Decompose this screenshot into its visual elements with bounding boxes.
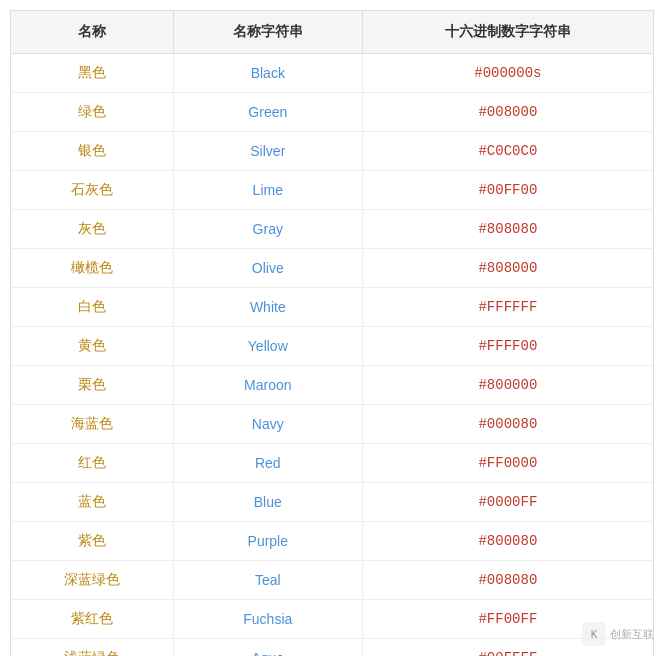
table-row: 蓝色Blue#0000FF — [11, 483, 653, 522]
cell-hex-0: #000000s — [362, 54, 653, 93]
cell-hex-1: #008000 — [362, 93, 653, 132]
cell-english-12: Purple — [173, 522, 362, 561]
cell-english-11: Blue — [173, 483, 362, 522]
cell-chinese-13: 深蓝绿色 — [11, 561, 173, 600]
cell-chinese-3: 石灰色 — [11, 171, 173, 210]
watermark-icon: K — [582, 622, 606, 646]
cell-english-8: Maroon — [173, 366, 362, 405]
table-row: 银色Silver#C0C0C0 — [11, 132, 653, 171]
cell-hex-11: #0000FF — [362, 483, 653, 522]
cell-chinese-6: 白色 — [11, 288, 173, 327]
cell-hex-2: #C0C0C0 — [362, 132, 653, 171]
cell-chinese-5: 橄榄色 — [11, 249, 173, 288]
table-row: 绿色Green#008000 — [11, 93, 653, 132]
cell-chinese-9: 海蓝色 — [11, 405, 173, 444]
cell-english-13: Teal — [173, 561, 362, 600]
cell-chinese-8: 栗色 — [11, 366, 173, 405]
cell-english-4: Gray — [173, 210, 362, 249]
color-table: 名称 名称字符串 十六进制数字字符串 黑色Black#000000s绿色Gree… — [11, 11, 653, 656]
cell-hex-3: #00FF00 — [362, 171, 653, 210]
cell-chinese-15: 浅蓝绿色 — [11, 639, 173, 657]
cell-hex-10: #FF0000 — [362, 444, 653, 483]
table-header-row: 名称 名称字符串 十六进制数字字符串 — [11, 11, 653, 54]
cell-english-5: Olive — [173, 249, 362, 288]
table-row: 石灰色Lime#00FF00 — [11, 171, 653, 210]
table-body: 黑色Black#000000s绿色Green#008000银色Silver#C0… — [11, 54, 653, 657]
cell-hex-6: #FFFFFF — [362, 288, 653, 327]
watermark-text: 创新互联 — [610, 627, 654, 642]
table-row: 深蓝绿色Teal#008080 — [11, 561, 653, 600]
col-header-hex: 十六进制数字字符串 — [362, 11, 653, 54]
cell-hex-8: #800000 — [362, 366, 653, 405]
color-table-container: 名称 名称字符串 十六进制数字字符串 黑色Black#000000s绿色Gree… — [10, 10, 654, 656]
table-row: 紫红色Fuchsia#FF00FF — [11, 600, 653, 639]
cell-english-1: Green — [173, 93, 362, 132]
cell-hex-7: #FFFF00 — [362, 327, 653, 366]
cell-chinese-14: 紫红色 — [11, 600, 173, 639]
table-row: 灰色Gray#808080 — [11, 210, 653, 249]
cell-chinese-7: 黄色 — [11, 327, 173, 366]
table-row: 红色Red#FF0000 — [11, 444, 653, 483]
table-row: 浅蓝绿色Aqua#00FFFF — [11, 639, 653, 657]
cell-english-9: Navy — [173, 405, 362, 444]
cell-hex-5: #808000 — [362, 249, 653, 288]
cell-chinese-11: 蓝色 — [11, 483, 173, 522]
table-row: 橄榄色Olive#808000 — [11, 249, 653, 288]
cell-chinese-1: 绿色 — [11, 93, 173, 132]
cell-english-10: Red — [173, 444, 362, 483]
table-row: 黄色Yellow#FFFF00 — [11, 327, 653, 366]
cell-chinese-10: 红色 — [11, 444, 173, 483]
cell-chinese-0: 黑色 — [11, 54, 173, 93]
cell-chinese-2: 银色 — [11, 132, 173, 171]
table-row: 白色White#FFFFFF — [11, 288, 653, 327]
cell-english-7: Yellow — [173, 327, 362, 366]
cell-english-2: Silver — [173, 132, 362, 171]
col-header-english: 名称字符串 — [173, 11, 362, 54]
cell-english-0: Black — [173, 54, 362, 93]
cell-english-14: Fuchsia — [173, 600, 362, 639]
cell-chinese-12: 紫色 — [11, 522, 173, 561]
cell-english-15: Aqua — [173, 639, 362, 657]
cell-hex-13: #008080 — [362, 561, 653, 600]
table-row: 黑色Black#000000s — [11, 54, 653, 93]
cell-hex-12: #800080 — [362, 522, 653, 561]
table-row: 紫色Purple#800080 — [11, 522, 653, 561]
table-row: 栗色Maroon#800000 — [11, 366, 653, 405]
cell-english-6: White — [173, 288, 362, 327]
cell-hex-9: #000080 — [362, 405, 653, 444]
cell-chinese-4: 灰色 — [11, 210, 173, 249]
cell-english-3: Lime — [173, 171, 362, 210]
col-header-chinese: 名称 — [11, 11, 173, 54]
table-row: 海蓝色Navy#000080 — [11, 405, 653, 444]
cell-hex-4: #808080 — [362, 210, 653, 249]
watermark: K 创新互联 — [582, 622, 654, 646]
